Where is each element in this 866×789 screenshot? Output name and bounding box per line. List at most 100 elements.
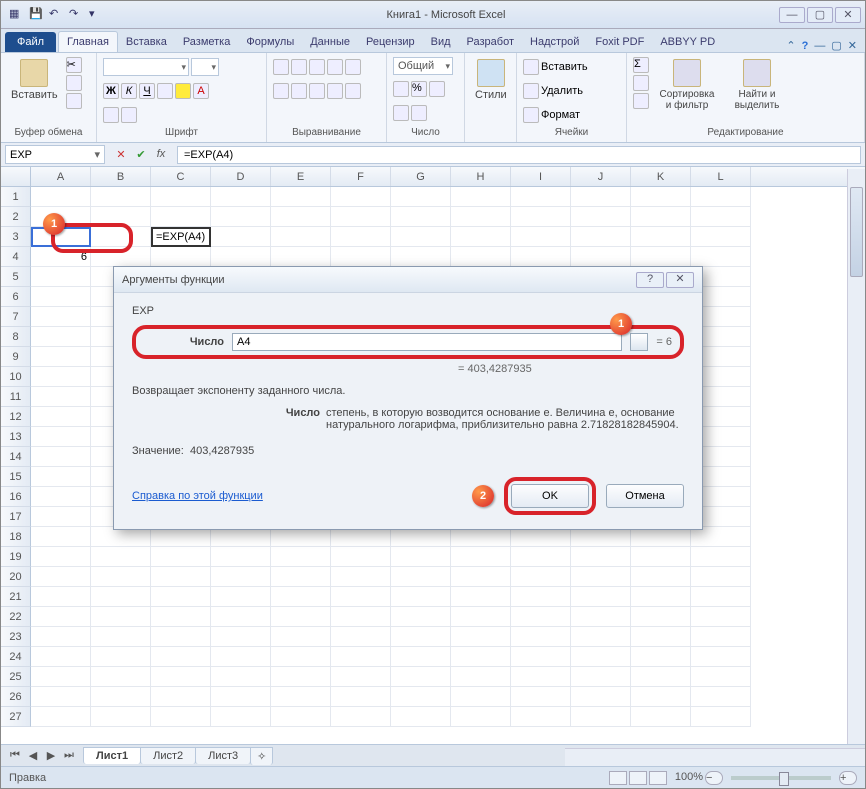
- cell[interactable]: [511, 587, 571, 607]
- cell[interactable]: [571, 187, 631, 207]
- tab-layout[interactable]: Разметка: [175, 32, 239, 52]
- range-picker-icon[interactable]: [630, 333, 648, 351]
- format-cells-icon[interactable]: [523, 107, 539, 123]
- cell[interactable]: [331, 247, 391, 267]
- currency-icon[interactable]: [393, 81, 409, 97]
- row-header[interactable]: 3: [1, 227, 31, 247]
- cell[interactable]: [151, 667, 211, 687]
- cell[interactable]: [151, 707, 211, 727]
- row-header[interactable]: 22: [1, 607, 31, 627]
- sheet-nav-next-icon[interactable]: ▶: [43, 749, 59, 762]
- cancel-button[interactable]: Отмена: [606, 484, 684, 508]
- row-header[interactable]: 26: [1, 687, 31, 707]
- paste-button[interactable]: Вставить: [7, 57, 62, 103]
- cell[interactable]: [31, 287, 91, 307]
- cell[interactable]: [511, 567, 571, 587]
- horizontal-scrollbar[interactable]: [565, 748, 865, 766]
- cell[interactable]: [571, 647, 631, 667]
- format-painter-icon[interactable]: [66, 93, 82, 109]
- cell[interactable]: [151, 207, 211, 227]
- tab-file[interactable]: Файл: [5, 32, 56, 52]
- cell[interactable]: [331, 707, 391, 727]
- cell[interactable]: [391, 667, 451, 687]
- cell[interactable]: [391, 187, 451, 207]
- cell[interactable]: [31, 427, 91, 447]
- align-right-icon[interactable]: [309, 83, 325, 99]
- cell[interactable]: [691, 187, 751, 207]
- cell[interactable]: [31, 607, 91, 627]
- doc-restore-icon[interactable]: ▢: [831, 39, 841, 52]
- cell[interactable]: [331, 227, 391, 247]
- cell[interactable]: [151, 647, 211, 667]
- col-header[interactable]: C: [151, 167, 211, 186]
- cell[interactable]: [211, 687, 271, 707]
- cell[interactable]: [31, 507, 91, 527]
- row-header[interactable]: 12: [1, 407, 31, 427]
- number-format-combo[interactable]: Общий: [393, 57, 453, 75]
- tab-dev[interactable]: Разработ: [459, 32, 522, 52]
- row-header[interactable]: 7: [1, 307, 31, 327]
- minimize-ribbon-icon[interactable]: ⌃: [786, 39, 795, 52]
- enter-formula-icon[interactable]: ✔: [133, 148, 149, 161]
- cell[interactable]: [151, 527, 211, 547]
- cell[interactable]: [271, 207, 331, 227]
- cell[interactable]: [91, 627, 151, 647]
- tab-formulas[interactable]: Формулы: [238, 32, 302, 52]
- cell[interactable]: [691, 607, 751, 627]
- cell[interactable]: [511, 627, 571, 647]
- tab-review[interactable]: Рецензир: [358, 32, 423, 52]
- cell[interactable]: [631, 527, 691, 547]
- cell[interactable]: [31, 627, 91, 647]
- insert-cells-icon[interactable]: [523, 59, 539, 75]
- minimize-button[interactable]: —: [779, 7, 805, 23]
- cell[interactable]: [151, 587, 211, 607]
- cell[interactable]: [91, 607, 151, 627]
- cell[interactable]: [31, 267, 91, 287]
- cell[interactable]: [211, 567, 271, 587]
- cell[interactable]: [151, 247, 211, 267]
- cell[interactable]: [31, 547, 91, 567]
- cell[interactable]: [271, 187, 331, 207]
- font-name-combo[interactable]: [103, 58, 189, 76]
- cell[interactable]: [391, 607, 451, 627]
- new-sheet-button[interactable]: ✧: [250, 747, 273, 765]
- cell[interactable]: [691, 227, 751, 247]
- cell[interactable]: [631, 227, 691, 247]
- cell[interactable]: [631, 247, 691, 267]
- tab-data[interactable]: Данные: [302, 32, 358, 52]
- help-icon[interactable]: ?: [802, 40, 809, 52]
- function-help-link[interactable]: Справка по этой функции: [132, 490, 263, 502]
- cell[interactable]: [31, 567, 91, 587]
- cell[interactable]: [511, 707, 571, 727]
- cell[interactable]: [571, 707, 631, 727]
- name-box[interactable]: EXP: [5, 145, 105, 164]
- dialog-close-button[interactable]: ✕: [666, 272, 694, 288]
- cell[interactable]: [271, 227, 331, 247]
- row-header[interactable]: 13: [1, 427, 31, 447]
- row-header[interactable]: 27: [1, 707, 31, 727]
- cell[interactable]: [391, 567, 451, 587]
- cell[interactable]: [571, 567, 631, 587]
- cell[interactable]: [31, 647, 91, 667]
- col-header[interactable]: J: [571, 167, 631, 186]
- clear-icon[interactable]: [633, 93, 649, 109]
- cell[interactable]: [451, 647, 511, 667]
- cell[interactable]: [31, 527, 91, 547]
- cell[interactable]: [331, 667, 391, 687]
- cell[interactable]: [31, 307, 91, 327]
- copy-icon[interactable]: [66, 75, 82, 91]
- cell[interactable]: [631, 707, 691, 727]
- cell[interactable]: [571, 667, 631, 687]
- cell[interactable]: [391, 587, 451, 607]
- row-header[interactable]: 25: [1, 667, 31, 687]
- sort-filter-button[interactable]: Сортировка и фильтр: [653, 57, 721, 113]
- cut-icon[interactable]: ✂: [66, 57, 82, 73]
- shrink-font-icon[interactable]: [121, 107, 137, 123]
- maximize-button[interactable]: ▢: [807, 7, 833, 23]
- cell[interactable]: [91, 547, 151, 567]
- find-select-button[interactable]: Найти и выделить: [725, 57, 789, 113]
- cell[interactable]: [151, 547, 211, 567]
- underline-button[interactable]: Ч: [139, 83, 155, 99]
- font-size-combo[interactable]: [191, 58, 219, 76]
- cell[interactable]: [511, 687, 571, 707]
